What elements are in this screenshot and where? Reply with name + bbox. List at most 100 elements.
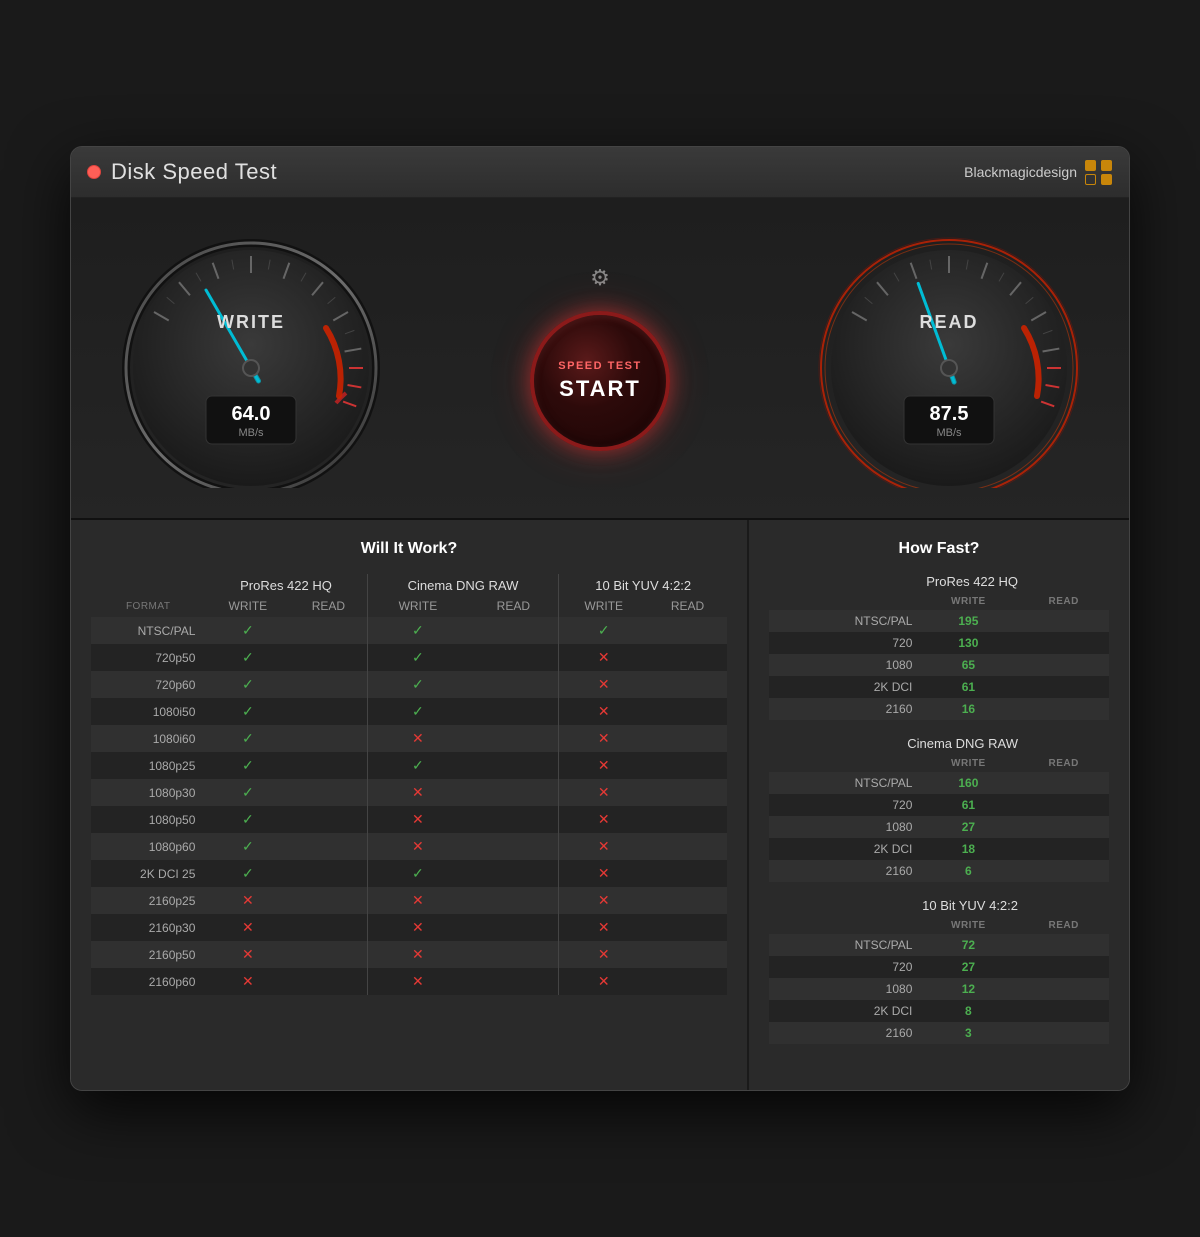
table-cell: ✕ — [559, 968, 648, 995]
cdng-header: Cinema DNG RAW — [367, 574, 559, 595]
hf-write-val: 61 — [918, 676, 1018, 698]
codec-header-row: ProRes 422 HQ Cinema DNG RAW 10 Bit YUV … — [91, 574, 727, 595]
table-cell: ✓ — [367, 617, 468, 644]
table-cell: ✕ — [559, 752, 648, 779]
bmd-dot-2 — [1101, 160, 1112, 171]
table-cell: ✓ — [367, 860, 468, 887]
hf-format-label: 2160 — [769, 860, 918, 882]
table-cell: ✓ — [367, 698, 468, 725]
will-it-work-tbody: NTSC/PAL ✓ ✓ ✓ 720p50 ✓ ✓ ✕ 720p60 ✓ ✓ ✕… — [91, 617, 727, 995]
table-cell: ✕ — [367, 833, 468, 860]
table-cell: ✕ — [559, 914, 648, 941]
hf-row: 1080 12 — [769, 978, 1109, 1000]
table-cell: ✓ — [205, 860, 290, 887]
will-it-work-title: Will It Work? — [91, 540, 727, 558]
hf-row: 2160 16 — [769, 698, 1109, 720]
format-header-empty — [91, 574, 205, 595]
hf-format-label: 2160 — [769, 698, 918, 720]
hf-read-val — [1018, 838, 1109, 860]
table-cell: ✕ — [367, 887, 468, 914]
hf-read-header: READ — [1018, 917, 1109, 934]
hf-write-val: 61 — [918, 794, 1018, 816]
hf-format-label: 2K DCI — [769, 676, 918, 698]
table-cell: ✕ — [205, 914, 290, 941]
svg-text:64.0: 64.0 — [232, 403, 271, 425]
hf-write-val: 3 — [918, 1022, 1018, 1044]
table-cell: ✕ — [559, 806, 648, 833]
table-cell: ✕ — [559, 671, 648, 698]
table-row: 2160p25 ✕ ✕ ✕ — [91, 887, 727, 914]
will-it-work-table: ProRes 422 HQ Cinema DNG RAW 10 Bit YUV … — [91, 574, 727, 995]
hf-format-label: 1080 — [769, 816, 918, 838]
hf-row: 1080 65 — [769, 654, 1109, 676]
format-label: 1080p30 — [91, 779, 205, 806]
hf-row: 720 61 — [769, 794, 1109, 816]
hf-read-val — [1018, 654, 1109, 676]
table-cell — [468, 725, 559, 752]
table-cell — [290, 914, 367, 941]
write-gauge-container: 64.0 MB/s WRITE — [111, 228, 391, 488]
table-cell — [648, 779, 727, 806]
format-label: 2160p25 — [91, 887, 205, 914]
format-label: 1080i60 — [91, 725, 205, 752]
hf-format-label: NTSC/PAL — [769, 610, 918, 632]
table-cell — [468, 779, 559, 806]
hf-header-row: WRITE READ — [769, 755, 1109, 772]
table-cell: ✕ — [367, 779, 468, 806]
close-button[interactable] — [87, 165, 101, 179]
svg-text:MB/s: MB/s — [238, 427, 264, 439]
hf-write-val: 12 — [918, 978, 1018, 1000]
will-it-work-section: Will It Work? ProRes 422 HQ Cinema DNG R… — [71, 520, 749, 1090]
table-cell — [648, 806, 727, 833]
prores-read-header: READ — [290, 595, 367, 617]
subheader-row: FORMAT WRITE READ WRITE READ WRITE READ — [91, 595, 727, 617]
yuv-write-header: WRITE — [559, 595, 648, 617]
hf-format-label: NTSC/PAL — [769, 934, 918, 956]
table-cell: ✓ — [559, 617, 648, 644]
start-button[interactable]: SPEED TEST START — [530, 311, 670, 451]
prores-header: ProRes 422 HQ — [205, 574, 367, 595]
read-gauge: 87.5 MB/s READ — [809, 228, 1089, 488]
table-cell: ✓ — [205, 698, 290, 725]
data-area: Will It Work? ProRes 422 HQ Cinema DNG R… — [71, 520, 1129, 1090]
hf-format-label: 2160 — [769, 1022, 918, 1044]
hf-read-header: READ — [1018, 593, 1109, 610]
table-row: 2160p60 ✕ ✕ ✕ — [91, 968, 727, 995]
start-label-line1: SPEED TEST — [558, 360, 641, 372]
hf-read-val — [1018, 978, 1109, 1000]
hf-format-col-header — [769, 593, 918, 610]
brand-logo: Blackmagicdesign — [964, 160, 1113, 185]
hf-codec-name: ProRes 422 HQ — [852, 574, 1026, 591]
table-cell — [648, 617, 727, 644]
hf-write-val: 6 — [918, 860, 1018, 882]
hf-read-val — [1018, 632, 1109, 654]
table-row: 720p50 ✓ ✓ ✕ — [91, 644, 727, 671]
table-cell: ✕ — [559, 860, 648, 887]
title-bar-left: Disk Speed Test — [87, 159, 277, 185]
hf-write-val: 8 — [918, 1000, 1018, 1022]
hf-row: 2K DCI 61 — [769, 676, 1109, 698]
table-cell — [468, 887, 559, 914]
table-row: 1080p30 ✓ ✕ ✕ — [91, 779, 727, 806]
hf-write-val: 65 — [918, 654, 1018, 676]
hf-row: 2K DCI 8 — [769, 1000, 1109, 1022]
format-label: 1080i50 — [91, 698, 205, 725]
start-button-container: ⚙ SPEED TEST START — [530, 265, 670, 451]
hf-row: NTSC/PAL 195 — [769, 610, 1109, 632]
hf-format-col-header — [769, 917, 918, 934]
hf-write-val: 27 — [918, 956, 1018, 978]
table-cell: ✓ — [205, 752, 290, 779]
hf-row: 720 27 — [769, 956, 1109, 978]
table-cell: ✓ — [205, 806, 290, 833]
table-cell — [648, 644, 727, 671]
table-cell — [290, 968, 367, 995]
gear-icon[interactable]: ⚙ — [590, 265, 610, 291]
table-cell — [468, 671, 559, 698]
table-cell: ✕ — [559, 779, 648, 806]
table-cell: ✓ — [205, 779, 290, 806]
table-cell: ✓ — [205, 833, 290, 860]
table-cell — [468, 806, 559, 833]
brand-icon — [1085, 160, 1113, 185]
table-cell: ✕ — [559, 941, 648, 968]
yuv-header: 10 Bit YUV 4:2:2 — [559, 574, 727, 595]
